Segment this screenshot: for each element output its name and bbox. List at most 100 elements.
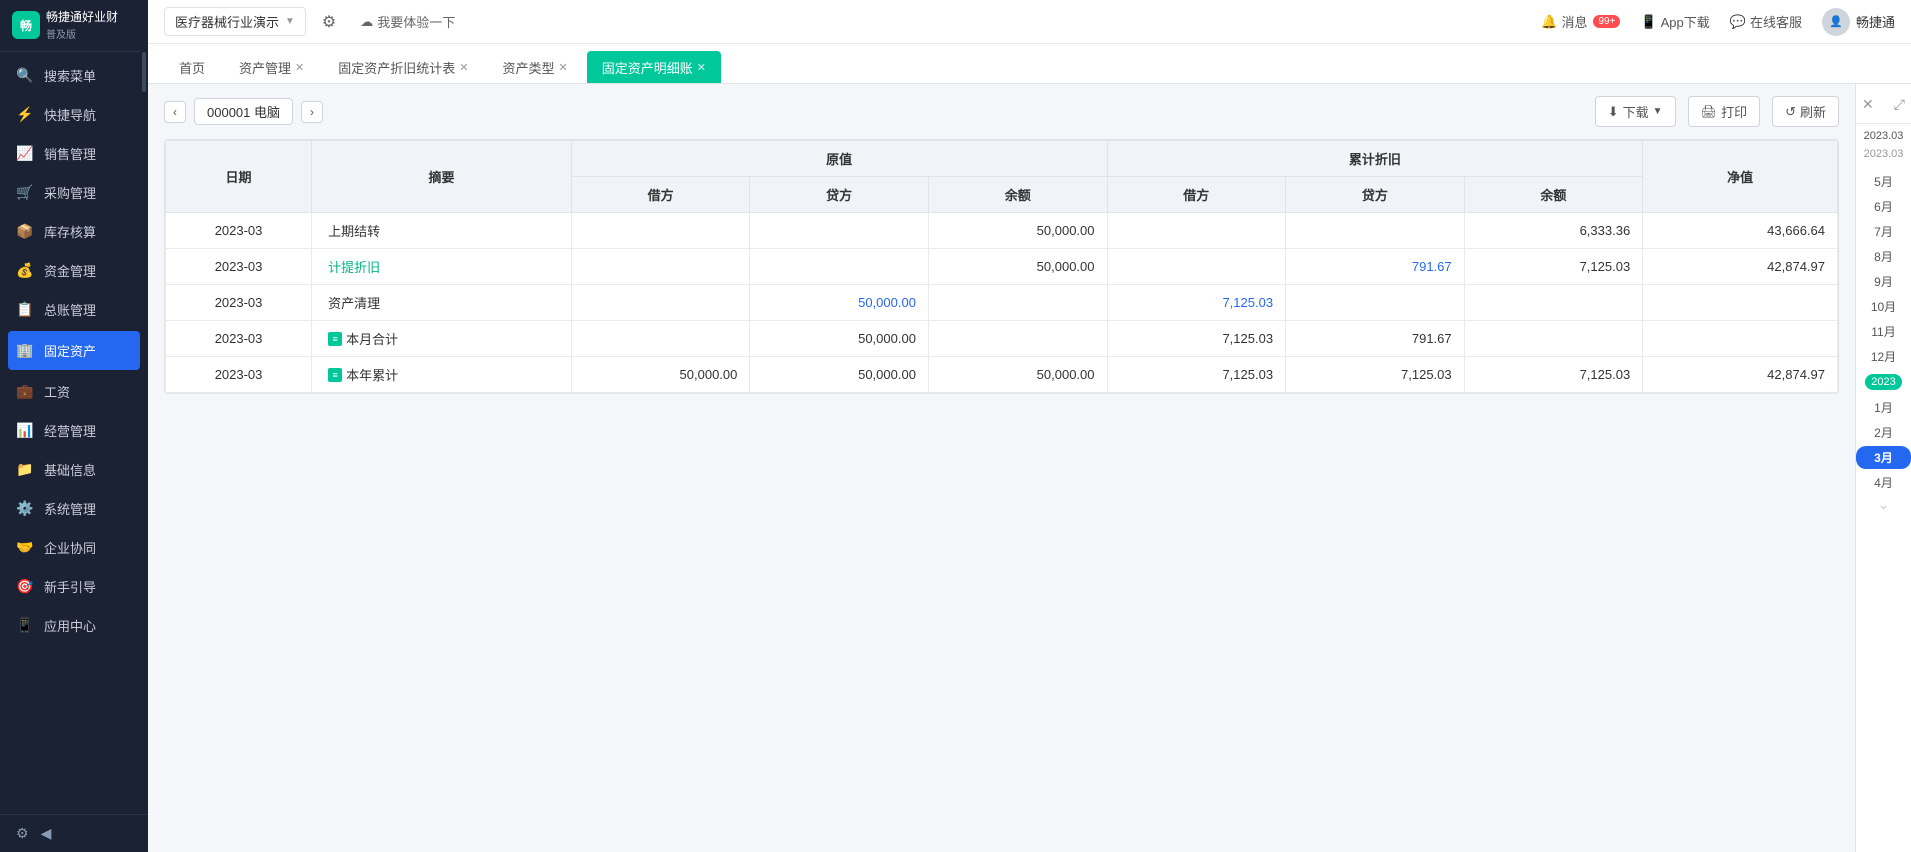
sidebar-item-label: 采购管理	[44, 183, 96, 202]
cell-ov-balance: 50,000.00	[928, 249, 1107, 285]
apps-icon: 📱	[16, 617, 34, 634]
bell-icon: 🔔	[1541, 14, 1557, 30]
cell-ov-credit[interactable]: 50,000.00	[750, 285, 929, 321]
dropdown-arrow: ▼	[1653, 106, 1663, 117]
asset-code: 000001 电脑	[207, 102, 280, 121]
tab-home-label: 首页	[179, 58, 205, 77]
cell-ov-debit	[571, 249, 750, 285]
company-name: 医疗器械行业演示	[175, 12, 279, 31]
cell-summary: 上期结转	[312, 213, 572, 249]
sidebar-item-quicknav[interactable]: ⚡ 快捷导航	[0, 95, 148, 134]
settings-icon[interactable]: ⚙	[318, 8, 340, 36]
tab-depreciation-close[interactable]: ✕	[459, 61, 468, 74]
tab-asset-mgmt-close[interactable]: ✕	[295, 61, 304, 74]
tab-asset-mgmt[interactable]: 资产管理 ✕	[224, 51, 319, 83]
download-label: 下载	[1623, 102, 1649, 121]
sidebar-item-label: 快捷导航	[44, 105, 96, 124]
sidebar-item-label: 库存核算	[44, 222, 96, 241]
cell-summary: ≡ 本月合计	[312, 321, 572, 357]
panel-expand-button[interactable]: ⤢	[1894, 96, 1905, 113]
month-1[interactable]: 1月	[1856, 396, 1911, 419]
total-icon: ≡	[328, 368, 342, 382]
company-selector[interactable]: 医疗器械行业演示 ▼	[164, 7, 306, 36]
th-original-value: 原值	[571, 141, 1107, 177]
sidebar-item-ledger[interactable]: 📋 总账管理	[0, 290, 148, 329]
ledger-table-container: 日期 摘要 原值 累计折旧 净值 借方 贷方 余额 借方 贷方 余额	[164, 139, 1839, 394]
sidebar-item-sales[interactable]: 📈 销售管理	[0, 134, 148, 173]
sidebar-item-funds[interactable]: 💰 资金管理	[0, 251, 148, 290]
sidebar: 畅 畅捷通好业财 普及版 🔍 搜索菜单 ⚡ 快捷导航 📈 销售管理 🛒 采购管理…	[0, 0, 148, 852]
month-11[interactable]: 11月	[1856, 320, 1911, 343]
sidebar-header: 畅 畅捷通好业财 普及版	[0, 0, 148, 52]
sidebar-item-search[interactable]: 🔍 搜索菜单	[0, 56, 148, 95]
sidebar-item-collab[interactable]: 🤝 企业协同	[0, 528, 148, 567]
print-button[interactable]: 🖨 打印	[1688, 96, 1761, 127]
sidebar-item-purchase[interactable]: 🛒 采购管理	[0, 173, 148, 212]
month-8[interactable]: 8月	[1856, 245, 1911, 268]
experience-button[interactable]: ☁ 我要体验一下	[360, 12, 455, 31]
month-3[interactable]: 3月	[1856, 446, 1911, 469]
app-subtitle: 普及版	[46, 26, 118, 41]
sidebar-item-label: 工资	[44, 382, 70, 401]
cell-summary: 资产清理	[312, 285, 572, 321]
sidebar-item-apps[interactable]: 📱 应用中心	[0, 606, 148, 645]
month-4[interactable]: 4月	[1856, 471, 1911, 494]
tab-depreciation-label: 固定资产折旧统计表	[338, 58, 455, 77]
tab-home[interactable]: 首页	[164, 51, 220, 83]
summary-link[interactable]: 计提折旧	[328, 260, 380, 275]
sidebar-item-basic[interactable]: 📁 基础信息	[0, 450, 148, 489]
sidebar-item-inventory[interactable]: 📦 库存核算	[0, 212, 148, 251]
tab-depreciation[interactable]: 固定资产折旧统计表 ✕	[323, 51, 483, 83]
month-2[interactable]: 2月	[1856, 421, 1911, 444]
table-row: 2023-03 计提折旧 50,000.00 791.67 7,125.03 4…	[166, 249, 1838, 285]
ledger-icon: 📋	[16, 301, 34, 318]
panel-header: ✕ ⤢	[1856, 92, 1911, 117]
month-10[interactable]: 10月	[1856, 295, 1911, 318]
inventory-icon: 📦	[16, 223, 34, 240]
cell-ov-balance	[928, 285, 1107, 321]
settings-footer-icon[interactable]: ⚙	[16, 825, 29, 842]
right-panel: ✕ ⤢ 2023.03 2023.03 5月 6月 7月 8月 9月 10月 1…	[1855, 84, 1911, 852]
tab-asset-detail-label: 固定资产明细账	[602, 58, 693, 77]
download-button[interactable]: 📱 App下载	[1640, 12, 1709, 31]
prev-asset-button[interactable]: ‹	[164, 101, 186, 123]
month-7[interactable]: 7月	[1856, 220, 1911, 243]
month-12[interactable]: 12月	[1856, 345, 1911, 368]
quicknav-icon: ⚡	[16, 106, 34, 123]
sidebar-item-operations[interactable]: 📊 经营管理	[0, 411, 148, 450]
tab-asset-type-close[interactable]: ✕	[559, 61, 568, 74]
next-asset-button[interactable]: ›	[301, 101, 323, 123]
notifications-button[interactable]: 🔔 消息 99+	[1541, 12, 1620, 31]
sidebar-item-fixed-assets[interactable]: 🏢 固定资产	[8, 331, 140, 370]
scroll-down-icon[interactable]: ⌄	[1878, 496, 1890, 513]
download-button[interactable]: ⬇ 下载 ▼	[1595, 96, 1676, 127]
fixed-assets-icon: 🏢	[16, 342, 34, 359]
sidebar-item-label: 资金管理	[44, 261, 96, 280]
panel-close-button[interactable]: ✕	[1862, 96, 1874, 113]
sidebar-item-guide[interactable]: 🎯 新手引导	[0, 567, 148, 606]
cell-ad-debit	[1107, 249, 1286, 285]
collapse-icon[interactable]: ◀	[41, 825, 52, 842]
user-menu[interactable]: 👤 畅捷通	[1822, 8, 1895, 36]
tab-asset-detail-close[interactable]: ✕	[697, 61, 706, 74]
refresh-button[interactable]: ↺ 刷新	[1772, 96, 1839, 127]
cell-ad-credit[interactable]: 791.67	[1286, 249, 1465, 285]
support-label: 在线客服	[1750, 12, 1802, 31]
sidebar-item-salary[interactable]: 💼 工资	[0, 372, 148, 411]
cell-ad-debit[interactable]: 7,125.03	[1107, 285, 1286, 321]
cell-net-value: 43,666.64	[1643, 213, 1838, 249]
purchase-icon: 🛒	[16, 184, 34, 201]
download-icon: ⬇	[1608, 104, 1619, 120]
month-5[interactable]: 5月	[1856, 170, 1911, 193]
year-total-badge: ≡ 本年累计	[328, 365, 398, 384]
content-main: ‹ 000001 电脑 › ⬇ 下载 ▼ 🖨 打印 ↺	[148, 84, 1855, 852]
tab-asset-type[interactable]: 资产类型 ✕	[487, 51, 582, 83]
support-button[interactable]: 💬 在线客服	[1730, 12, 1802, 31]
current-year-badge[interactable]: 2023	[1865, 374, 1901, 390]
app-title: 畅捷通好业财	[46, 10, 118, 26]
tab-asset-detail[interactable]: 固定资产明细账 ✕	[587, 51, 721, 83]
month-6[interactable]: 6月	[1856, 195, 1911, 218]
sidebar-item-system[interactable]: ⚙️ 系统管理	[0, 489, 148, 528]
month-9[interactable]: 9月	[1856, 270, 1911, 293]
table-row: 2023-03 ≡ 本年累计 50,000.00 50,000.00 50,00…	[166, 357, 1838, 393]
